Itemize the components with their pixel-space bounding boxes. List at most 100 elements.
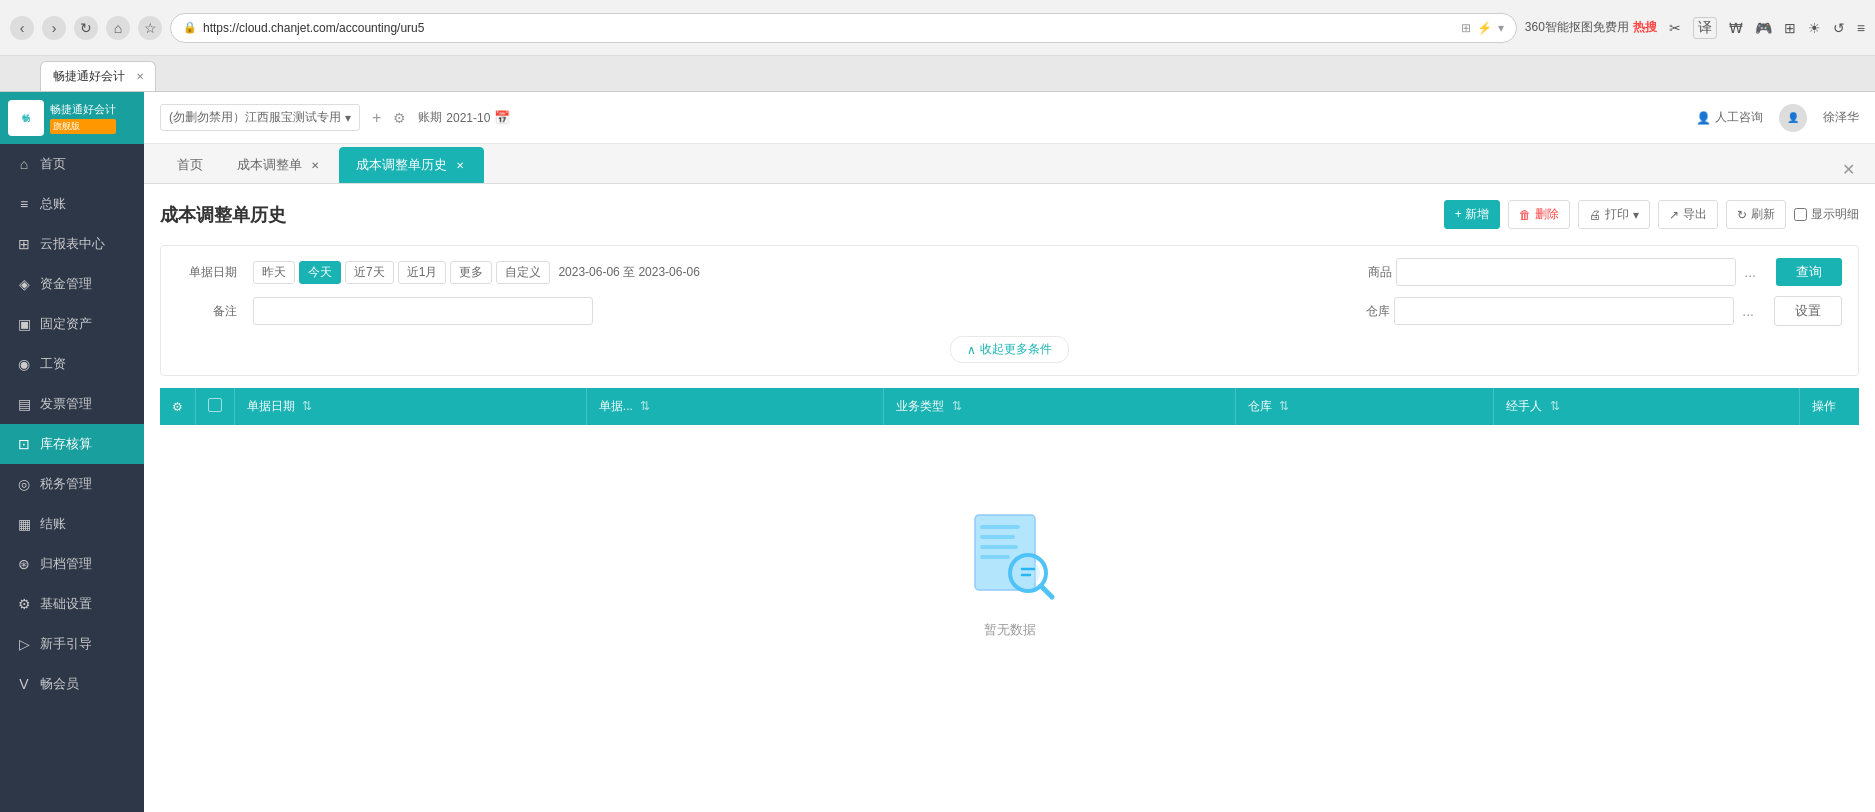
delete-btn[interactable]: 🗑 删除 xyxy=(1508,200,1570,229)
tab-cost-adjust-history[interactable]: 成本调整单历史 ✕ xyxy=(339,147,484,183)
th-check[interactable] xyxy=(196,388,235,425)
top-bar-right: 👤 人工咨询 👤 徐泽华 xyxy=(1696,104,1859,132)
refresh-button[interactable]: ↻ xyxy=(74,16,98,40)
scissors-icon[interactable]: ✂ xyxy=(1669,20,1681,36)
sidebar-item-ledger[interactable]: ≡ 总账 xyxy=(0,184,144,224)
search-btn[interactable]: 360智能抠图免费用 热搜 xyxy=(1525,19,1657,36)
sidebar-item-inventory[interactable]: ⊡ 库存核算 xyxy=(0,424,144,464)
sort-handler-icon[interactable]: ⇅ xyxy=(1550,399,1560,413)
gear-icon[interactable]: ⚙ xyxy=(172,400,183,414)
grid-icon[interactable]: ⊞ xyxy=(1784,20,1796,36)
date-btn-7days[interactable]: 近7天 xyxy=(345,261,394,284)
game-icon[interactable]: 🎮 xyxy=(1755,20,1772,36)
goods-filter-label: 商品 xyxy=(1352,264,1392,281)
add-company-btn[interactable]: + xyxy=(372,109,381,127)
service-btn[interactable]: 👤 人工咨询 xyxy=(1696,109,1763,126)
back-button[interactable]: ‹ xyxy=(10,16,34,40)
undo-icon[interactable]: ↺ xyxy=(1833,20,1845,36)
sidebar-item-label-closing: 结账 xyxy=(40,515,66,533)
tab-cost-adjust-close[interactable]: ✕ xyxy=(308,158,322,172)
remark-filter-input[interactable] xyxy=(253,297,593,325)
forward-button[interactable]: › xyxy=(42,16,66,40)
goods-more-icon[interactable]: ... xyxy=(1740,264,1760,280)
refresh-btn[interactable]: ↻ 刷新 xyxy=(1726,200,1786,229)
user-avatar[interactable]: 👤 xyxy=(1779,104,1807,132)
date-btn-more[interactable]: 更多 xyxy=(450,261,492,284)
company-name: (勿删勿禁用）江西服宝测试专用 xyxy=(169,109,341,126)
tab-home[interactable]: 首页 xyxy=(160,147,220,183)
home-button[interactable]: ⌂ xyxy=(106,16,130,40)
th-warehouse[interactable]: 仓库 ⇅ xyxy=(1236,388,1494,425)
sort-date-icon[interactable]: ⇅ xyxy=(302,399,312,413)
sun-icon[interactable]: ☀ xyxy=(1808,20,1821,36)
date-btn-1month[interactable]: 近1月 xyxy=(398,261,447,284)
collapse-label: 收起更多条件 xyxy=(980,341,1052,358)
sort-number-icon[interactable]: ⇅ xyxy=(640,399,650,413)
th-biz-type[interactable]: 业务类型 ⇅ xyxy=(884,388,1236,425)
th-date-label: 单据日期 xyxy=(247,399,295,413)
warehouse-more-icon[interactable]: ... xyxy=(1738,303,1758,319)
sidebar-header: 畅 畅捷通好会计 旗舰版 xyxy=(0,92,144,144)
company-selector[interactable]: (勿删勿禁用）江西服宝测试专用 ▾ xyxy=(160,104,360,131)
goods-filter-input[interactable] xyxy=(1396,258,1736,286)
th-biz-type-label: 业务类型 xyxy=(896,399,944,413)
sidebar-item-home[interactable]: ⌂ 首页 xyxy=(0,144,144,184)
calendar-icon[interactable]: 📅 xyxy=(494,110,510,125)
sort-warehouse-icon[interactable]: ⇅ xyxy=(1279,399,1289,413)
close-window-btn[interactable]: ✕ xyxy=(1838,156,1859,183)
guide-icon: ▷ xyxy=(16,636,32,652)
collapse-btn[interactable]: ∧ 收起更多条件 xyxy=(950,336,1069,363)
sidebar-item-fixed-assets[interactable]: ▣ 固定资产 xyxy=(0,304,144,344)
main-content: (勿删勿禁用）江西服宝测试专用 ▾ + ⚙ 账期 2021-10 📅 👤 人工咨… xyxy=(144,92,1875,812)
url-dropdown-icon[interactable]: ▾ xyxy=(1498,21,1504,35)
sidebar-item-funds[interactable]: ◈ 资金管理 xyxy=(0,264,144,304)
print-btn[interactable]: 🖨 打印 ▾ xyxy=(1578,200,1650,229)
wallet-icon[interactable]: ₩ xyxy=(1729,20,1743,36)
settings-gear-icon[interactable]: ⚙ xyxy=(393,110,406,126)
hot-icon: 热搜 xyxy=(1633,19,1657,36)
date-btn-custom[interactable]: 自定义 xyxy=(496,261,550,284)
membership-icon: V xyxy=(16,676,32,692)
show-cols-checkbox[interactable] xyxy=(1794,208,1807,221)
table-header: ⚙ 单据日期 ⇅ 单据... ⇅ xyxy=(160,388,1859,425)
date-btn-yesterday[interactable]: 昨天 xyxy=(253,261,295,284)
bookmark-button[interactable]: ☆ xyxy=(138,16,162,40)
translate-icon[interactable]: 译 xyxy=(1693,17,1717,39)
remark-filter-label: 备注 xyxy=(177,303,237,320)
fixed-assets-icon: ▣ xyxy=(16,316,32,332)
browser-tab-chanjet[interactable]: 畅捷通好会计 ✕ xyxy=(40,61,156,91)
th-gear[interactable]: ⚙ xyxy=(160,388,196,425)
sidebar-item-guide[interactable]: ▷ 新手引导 xyxy=(0,624,144,664)
sidebar-item-reports[interactable]: ⊞ 云报表中心 xyxy=(0,224,144,264)
th-number[interactable]: 单据... ⇅ xyxy=(586,388,883,425)
sidebar-item-membership[interactable]: V 畅会员 xyxy=(0,664,144,704)
content-tabs: 首页 成本调整单 ✕ 成本调整单历史 ✕ ✕ xyxy=(144,144,1875,184)
date-btn-today[interactable]: 今天 xyxy=(299,261,341,284)
select-all-checkbox[interactable] xyxy=(208,398,222,412)
th-handler[interactable]: 经手人 ⇅ xyxy=(1494,388,1799,425)
sidebar-item-archive[interactable]: ⊛ 归档管理 xyxy=(0,544,144,584)
period-value: 2021-10 xyxy=(446,111,490,125)
empty-state: 暂无数据 xyxy=(160,425,1859,719)
sidebar-item-payroll[interactable]: ◉ 工资 xyxy=(0,344,144,384)
sidebar-item-tax[interactable]: ◎ 税务管理 xyxy=(0,464,144,504)
query-button[interactable]: 查询 xyxy=(1776,258,1842,286)
menu-icon[interactable]: ≡ xyxy=(1857,20,1865,36)
sidebar-item-closing[interactable]: ▦ 结账 xyxy=(0,504,144,544)
tab-cost-adjust-history-close[interactable]: ✕ xyxy=(453,158,467,172)
invoice-icon: ▤ xyxy=(16,396,32,412)
settings-button[interactable]: 设置 xyxy=(1774,296,1842,326)
th-date[interactable]: 单据日期 ⇅ xyxy=(235,388,587,425)
sidebar-item-basic-settings[interactable]: ⚙ 基础设置 xyxy=(0,584,144,624)
sort-biz-type-icon[interactable]: ⇅ xyxy=(952,399,962,413)
sidebar-item-label-funds: 资金管理 xyxy=(40,275,92,293)
browser-tab-label: 畅捷通好会计 xyxy=(53,68,125,85)
sidebar-item-invoice[interactable]: ▤ 发票管理 xyxy=(0,384,144,424)
browser-tab-close[interactable]: ✕ xyxy=(133,70,147,84)
warehouse-filter-input[interactable] xyxy=(1394,297,1734,325)
delete-label: 删除 xyxy=(1535,206,1559,223)
new-btn[interactable]: + 新增 xyxy=(1444,200,1500,229)
url-bar[interactable]: 🔒 https://cloud.chanjet.com/accounting/u… xyxy=(170,13,1517,43)
tab-cost-adjust[interactable]: 成本调整单 ✕ xyxy=(220,147,339,183)
export-btn[interactable]: ↗ 导出 xyxy=(1658,200,1718,229)
